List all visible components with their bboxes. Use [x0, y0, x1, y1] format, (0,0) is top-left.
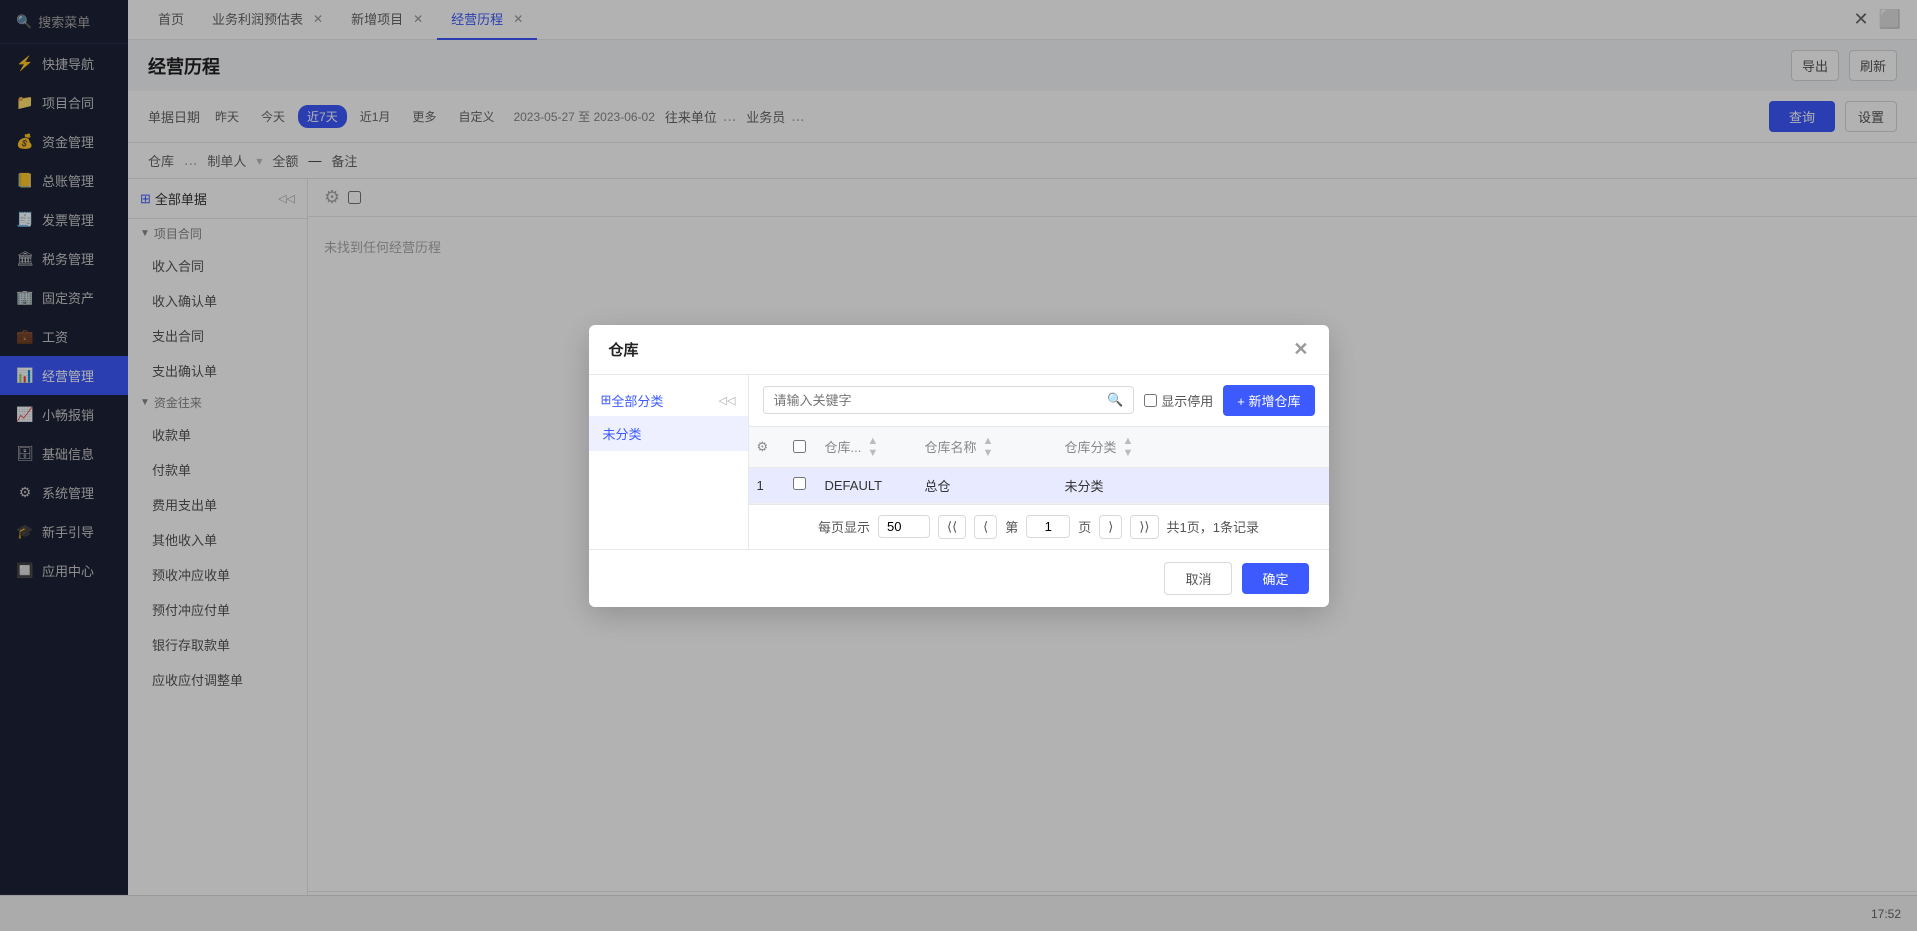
modal-search-bar: 🔍 显示停用 + 新增仓库	[749, 375, 1329, 427]
modal-overlay: 仓库 ✕ ⊞ 全部分类 ◁◁ 未分类 🔍	[0, 0, 1917, 931]
row-category: 未分类	[1057, 476, 1197, 495]
per-page-select-modal[interactable]: 50 100	[878, 515, 930, 538]
modal-right-panel: 🔍 显示停用 + 新增仓库 ⚙ 仓库... ▲▼	[749, 375, 1329, 549]
modal-left-collapse[interactable]: ◁◁	[719, 394, 736, 407]
modal-close-button[interactable]: ✕	[1293, 339, 1308, 360]
show-disabled-checkbox[interactable]	[1144, 394, 1157, 407]
modal-header: 仓库 ✕	[589, 325, 1329, 375]
select-all-modal[interactable]	[793, 440, 806, 453]
warehouse-modal: 仓库 ✕ ⊞ 全部分类 ◁◁ 未分类 🔍	[589, 325, 1329, 607]
modal-action-bar: 取消 确定	[589, 549, 1329, 607]
col-code-header[interactable]: 仓库... ▲▼	[817, 435, 917, 459]
modal-all-categories[interactable]: 全部分类	[611, 391, 663, 410]
modal-body: ⊞ 全部分类 ◁◁ 未分类 🔍 显示停用	[589, 375, 1329, 549]
cancel-button[interactable]: 取消	[1164, 562, 1232, 595]
modal-page-input[interactable]	[1026, 515, 1070, 538]
modal-search-input[interactable]	[774, 393, 1102, 408]
modal-table-header: ⚙ 仓库... ▲▼ 仓库名称 ▲▼ 仓库分类 ▲▼	[749, 427, 1329, 468]
modal-category-unclassified[interactable]: 未分类	[589, 416, 748, 451]
modal-search-field-wrapper: 🔍	[763, 386, 1135, 414]
row-checkbox-1[interactable]	[793, 477, 806, 490]
modal-table-body: 1 DEFAULT 总仓 未分类	[749, 468, 1329, 504]
row-index: 1	[749, 478, 785, 493]
modal-table-row[interactable]: 1 DEFAULT 总仓 未分类	[749, 468, 1329, 504]
show-disabled-text: 显示停用	[1161, 391, 1213, 410]
next-page-btn[interactable]: ⟩	[1099, 515, 1122, 539]
page-of-label-modal: 页	[1078, 517, 1091, 536]
col-name-header[interactable]: 仓库名称 ▲▼	[917, 435, 1057, 459]
first-page-btn[interactable]: ⟨⟨	[938, 515, 966, 539]
modal-title: 仓库	[609, 339, 639, 360]
prev-page-btn[interactable]: ⟨	[974, 515, 997, 539]
modal-left-header: ⊞ 全部分类 ◁◁	[589, 385, 748, 416]
modal-pagination: 每页显示 50 100 ⟨⟨ ⟨ 第 页 ⟩ ⟩⟩ 共1页，1条记录	[749, 504, 1329, 549]
per-page-label-modal: 每页显示	[818, 517, 870, 536]
modal-total: 共1页，1条记录	[1167, 517, 1259, 536]
last-page-btn[interactable]: ⟩⟩	[1130, 515, 1158, 539]
col-category-header[interactable]: 仓库分类 ▲▼	[1057, 435, 1197, 459]
col-settings[interactable]: ⚙	[749, 435, 785, 459]
row-name: 总仓	[917, 476, 1057, 495]
search-icon: 🔍	[1107, 392, 1123, 408]
confirm-button[interactable]: 确定	[1242, 563, 1308, 594]
modal-left-panel: ⊞ 全部分类 ◁◁ 未分类	[589, 375, 749, 549]
show-disabled-label: 显示停用	[1144, 391, 1213, 410]
row-checkbox	[785, 477, 817, 493]
col-checkbox	[785, 435, 817, 459]
row-code: DEFAULT	[817, 478, 917, 493]
page-num-label: 第	[1005, 517, 1018, 536]
add-warehouse-button[interactable]: + 新增仓库	[1223, 385, 1314, 416]
